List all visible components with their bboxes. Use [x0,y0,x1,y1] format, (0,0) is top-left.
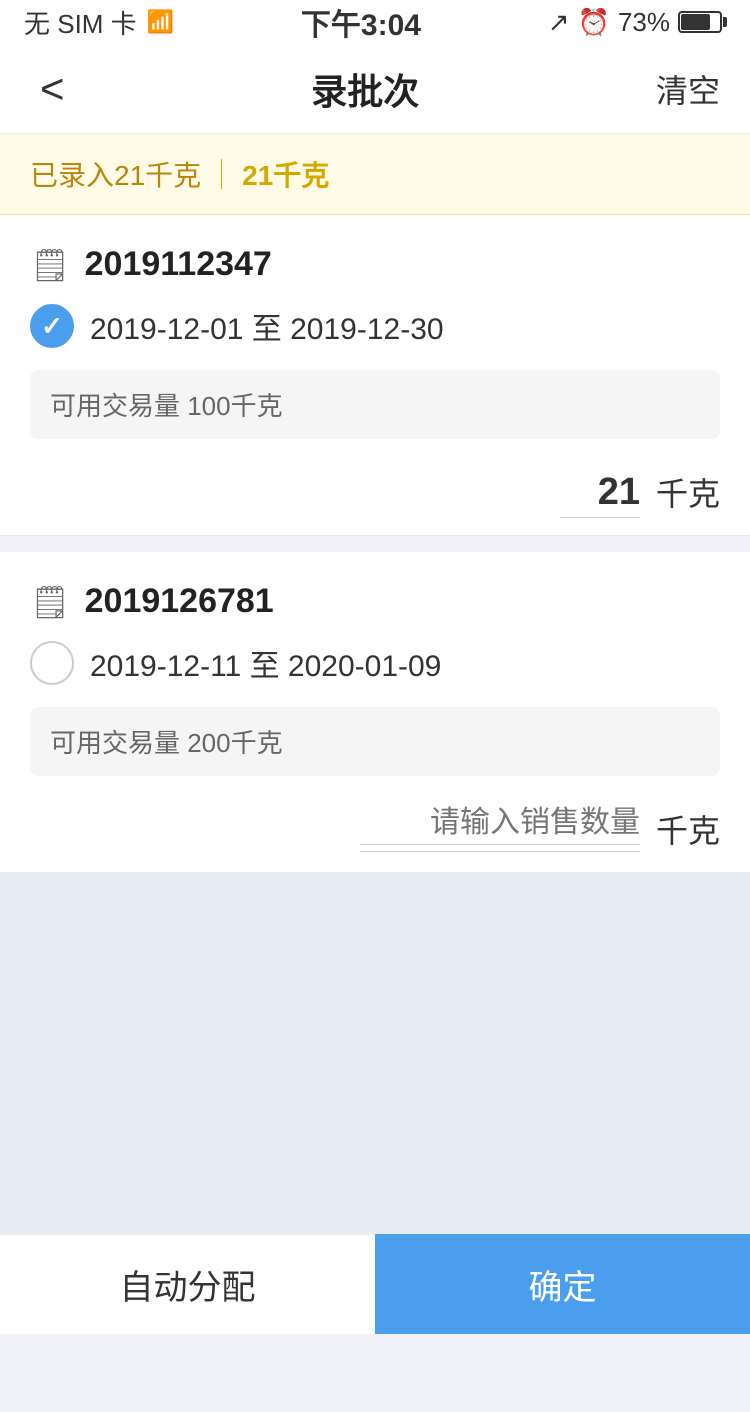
location-icon: ↗ [548,7,570,38]
battery-text: 73% [618,7,670,38]
batch-2-header: 🗒 2019126781 [0,552,750,631]
batch-2-radio[interactable] [30,641,74,685]
batch-2-qty-input[interactable] [360,806,640,845]
clear-button[interactable]: 清空 [656,66,720,112]
info-banner: 已录入21千克 21千克 [0,134,750,215]
batch-1-icon: 🗒 [30,246,71,284]
bottom-bar: 自动分配 确定 [0,1234,750,1334]
batch-1-qty-wrapper [560,471,640,514]
batch-2-qty-wrapper [360,806,640,852]
batch-2-unit: 千克 [656,806,720,852]
batch-1-radio[interactable] [30,304,74,348]
batch-1-available: 可用交易量 100千克 [30,370,720,439]
status-bar: 无 SIM 卡 📶 下午3:04 ↗ ⏰ 73% [0,0,750,44]
alarm-icon: ⏰ [578,7,610,38]
batch-1-quantity-row: 千克 [0,459,750,536]
batch-card-1: 🗒 2019112347 2019-12-01 至 2019-12-30 可用交… [0,215,750,536]
batch-1-id: 2019112347 [85,245,272,284]
recorded-value: 21千克 [242,154,329,194]
page-title: 录批次 [311,63,419,115]
status-right: ↗ ⏰ 73% [548,7,726,38]
back-button[interactable]: < [30,55,75,123]
batch-2-date-row[interactable]: 2019-12-11 至 2020-01-09 [0,631,750,701]
status-time: 下午3:04 [301,0,421,44]
confirm-button[interactable]: 确定 [375,1234,750,1334]
batch-1-header: 🗒 2019112347 [0,215,750,294]
wifi-icon: 📶 [147,9,174,35]
batch-2-icon: 🗒 [30,583,71,621]
recorded-label: 已录入21千克 [30,154,201,194]
nav-bar: < 录批次 清空 [0,44,750,134]
batch-2-quantity-row: 千克 [0,796,750,872]
auto-distribute-button[interactable]: 自动分配 [0,1234,375,1334]
batch-1-unit: 千克 [656,469,720,515]
batch-2-date: 2019-12-11 至 2020-01-09 [90,641,441,685]
battery-icon [678,11,726,33]
batch-2-id: 2019126781 [85,582,274,621]
carrier-text: 无 SIM 卡 [24,4,137,41]
batch-2-available: 可用交易量 200千克 [30,707,720,776]
banner-divider [221,159,222,189]
batch-1-qty-input[interactable] [560,471,640,514]
batch-1-date-row[interactable]: 2019-12-01 至 2019-12-30 [0,294,750,364]
status-carrier: 无 SIM 卡 📶 [24,4,174,41]
batch-1-date: 2019-12-01 至 2019-12-30 [90,304,444,348]
batch-card-2: 🗒 2019126781 2019-12-11 至 2020-01-09 可用交… [0,552,750,872]
